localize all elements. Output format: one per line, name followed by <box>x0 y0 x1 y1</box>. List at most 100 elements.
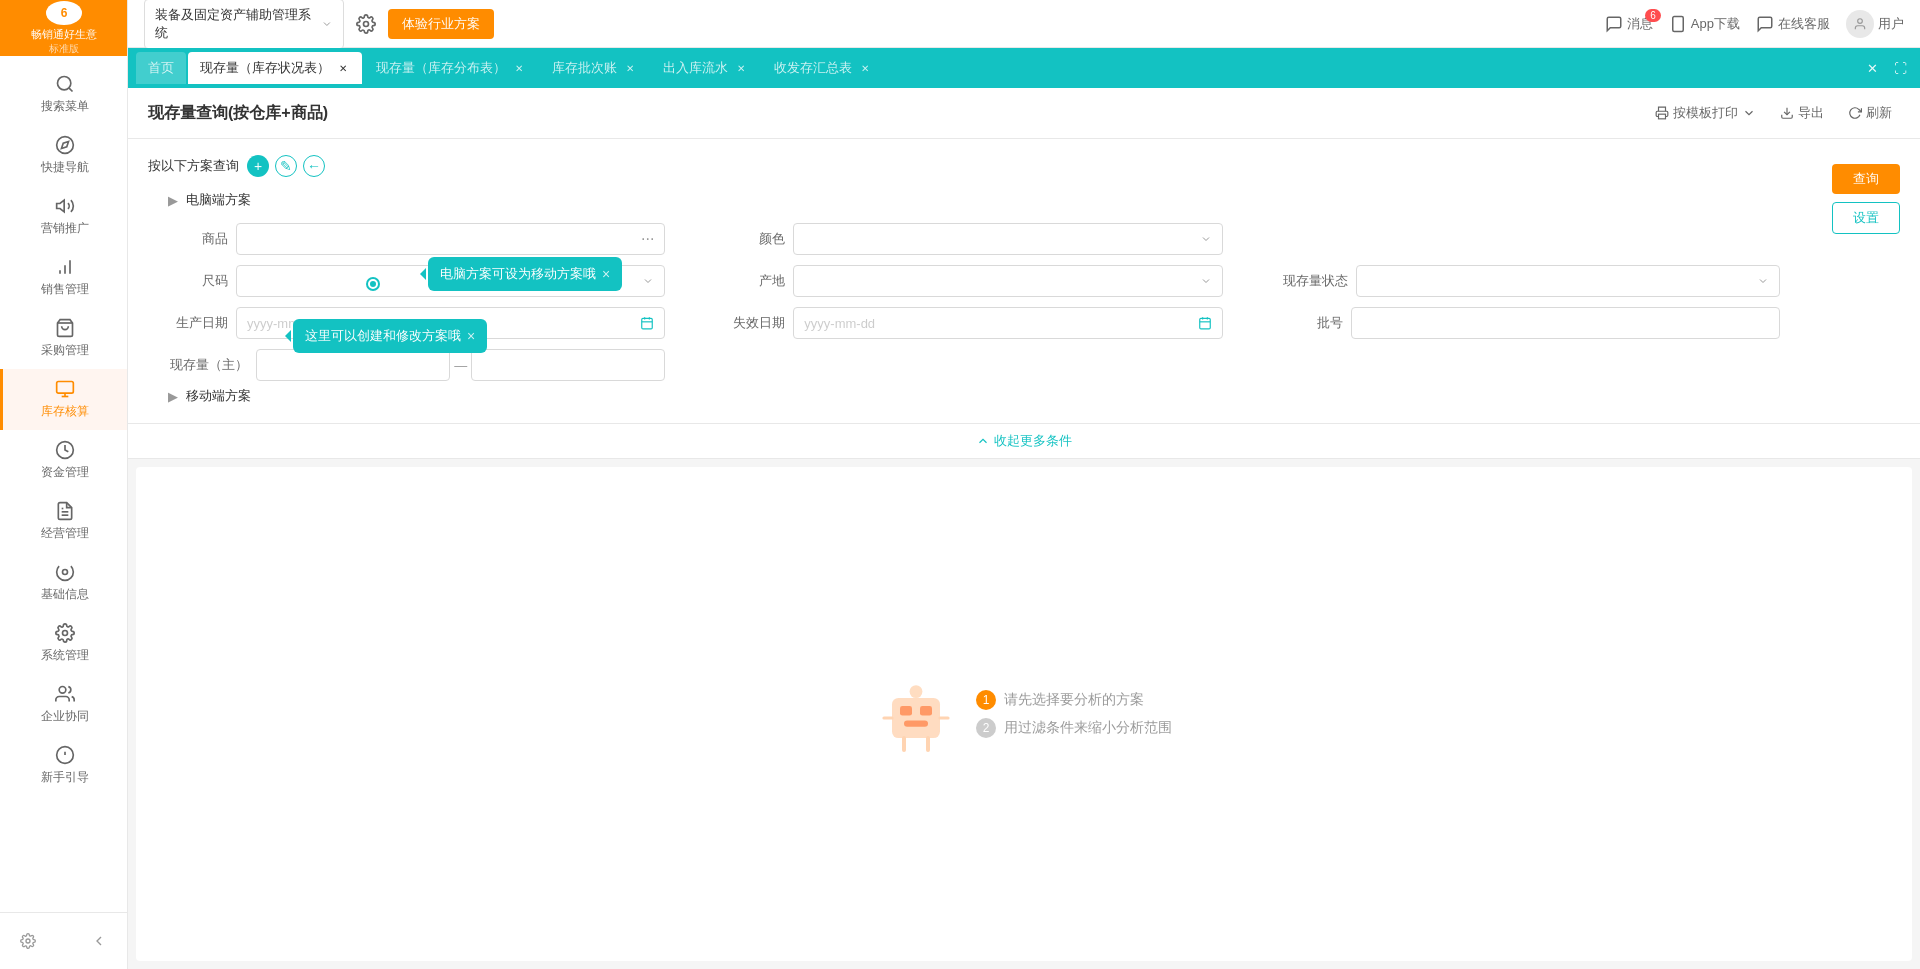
color-field: 颜色 <box>725 223 1222 255</box>
origin-select[interactable] <box>793 265 1222 297</box>
tab-close-all[interactable]: ✕ <box>1860 56 1884 80</box>
tab-expand[interactable]: ⛶ <box>1888 56 1912 80</box>
batch-input[interactable] <box>1351 307 1780 339</box>
print-btn[interactable]: 按模板打印 <box>1647 100 1764 126</box>
filter-header: 按以下方案查询 + ✎ ← 电脑方案可设为移动方案哦 × <box>148 155 1900 177</box>
scheme-desktop[interactable]: ▶ 电脑端方案 <box>168 189 1900 211</box>
logo-icon: 6 <box>46 1 82 25</box>
sidebar-item-search[interactable]: 搜索菜单 <box>0 64 127 125</box>
tab-batch-label: 库存批次账 <box>552 59 617 77</box>
user-label: 用户 <box>1878 15 1904 33</box>
logo-subtitle: 标准版 <box>49 42 79 56</box>
goods-input[interactable]: ··· <box>236 223 665 255</box>
tab-stock-status-close[interactable]: ✕ <box>336 61 350 75</box>
sidebar-item-inventory[interactable]: 库存核算 <box>0 369 127 430</box>
tab-inout-flow[interactable]: 出入库流水 ✕ <box>651 52 760 84</box>
sidebar-label-finance: 资金管理 <box>41 464 89 481</box>
settings-footer-btn[interactable] <box>12 925 44 957</box>
svg-line-3 <box>69 88 73 92</box>
svg-point-18 <box>59 687 66 694</box>
collapse-button[interactable]: 收起更多条件 <box>976 432 1072 450</box>
tooltip1-close[interactable]: × <box>602 266 610 282</box>
stock-range-min[interactable] <box>256 349 450 381</box>
refresh-label: 刷新 <box>1866 104 1892 122</box>
filter-form-row2: 尺码 产地 现存量状态 <box>148 265 1900 297</box>
sidebar-label-marketing: 营销推广 <box>41 220 89 237</box>
sidebar-item-marketing[interactable]: 营销推广 <box>0 186 127 247</box>
filter-form-row1: 商品 ··· 颜色 <box>148 223 1900 255</box>
tip-text-1: 请先选择要分析的方案 <box>1004 691 1144 709</box>
tab-batch-close[interactable]: ✕ <box>623 61 637 75</box>
scheme-desktop-label: 电脑端方案 <box>186 191 251 209</box>
user-action[interactable]: 用户 <box>1846 10 1904 38</box>
color-select[interactable] <box>793 223 1222 255</box>
sidebar-label-operations: 经营管理 <box>41 525 89 542</box>
edit-scheme-btn[interactable]: ✎ <box>275 155 297 177</box>
goods-dots[interactable]: ··· <box>641 230 654 248</box>
svg-rect-27 <box>1659 114 1666 119</box>
scheme-mobile[interactable]: ▶ 移动端方案 <box>168 385 1900 407</box>
empty-icon <box>876 674 956 754</box>
mfg-date-label: 生产日期 <box>168 314 228 332</box>
svg-point-26 <box>1858 18 1863 23</box>
exp-date-field: 失效日期 yyyy-mm-dd <box>725 307 1222 339</box>
app-download-label: App下载 <box>1691 15 1740 33</box>
reset-button[interactable]: 设置 <box>1832 202 1900 234</box>
tip-num-2: 2 <box>976 718 996 738</box>
tab-stock-distribution[interactable]: 现存量（库存分布表） ✕ <box>364 52 538 84</box>
tab-stock-dist-close[interactable]: ✕ <box>512 61 526 75</box>
sidebar-item-operations[interactable]: 经营管理 <box>0 491 127 552</box>
origin-label: 产地 <box>725 272 785 290</box>
experience-button[interactable]: 体验行业方案 <box>388 9 494 39</box>
sidebar-item-purchase[interactable]: 采购管理 <box>0 308 127 369</box>
export-btn[interactable]: 导出 <box>1772 100 1832 126</box>
sidebar: 6 畅销通好生意 标准版 搜索菜单 快捷导航 营销推广 销售管理 采购管理 库存… <box>0 0 128 969</box>
add-scheme-btn[interactable]: + <box>247 155 269 177</box>
tab-summary[interactable]: 收发存汇总表 ✕ <box>762 52 884 84</box>
svg-point-41 <box>910 685 923 698</box>
sidebar-item-basic[interactable]: 基础信息 <box>0 552 127 613</box>
search-button[interactable]: 查询 <box>1832 164 1900 194</box>
exp-date-input[interactable]: yyyy-mm-dd <box>793 307 1222 339</box>
stock-range-max[interactable] <box>471 349 665 381</box>
tab-home[interactable]: 首页 <box>136 52 186 84</box>
origin-field: 产地 <box>725 265 1222 297</box>
stock-range-sep: — <box>454 358 467 373</box>
svg-rect-38 <box>900 706 912 716</box>
page-title: 现存量查询(按仓库+商品) <box>148 103 328 124</box>
sidebar-nav: 搜索菜单 快捷导航 营销推广 销售管理 采购管理 库存核算 资金管理 经营管理 <box>0 56 127 912</box>
sidebar-item-guide[interactable]: 新手引导 <box>0 735 127 796</box>
empty-tips: 1 请先选择要分析的方案 2 用过滤条件来缩小分析范围 <box>976 690 1172 738</box>
tab-stock-status-label: 现存量（库存状况表） <box>200 59 330 77</box>
sidebar-item-sales[interactable]: 销售管理 <box>0 247 127 308</box>
sidebar-item-enterprise[interactable]: 企业协同 <box>0 674 127 735</box>
tab-inout-close[interactable]: ✕ <box>734 61 748 75</box>
page-actions: 按模板打印 导出 刷新 <box>1647 100 1900 126</box>
tab-batch-ledger[interactable]: 库存批次账 ✕ <box>540 52 649 84</box>
sidebar-item-nav[interactable]: 快捷导航 <box>0 125 127 186</box>
tooltip2-text: 这里可以创建和修改方案哦 <box>305 327 461 345</box>
back-scheme-btn[interactable]: ← <box>303 155 325 177</box>
page-header: 现存量查询(按仓库+商品) 按模板打印 导出 刷新 <box>128 88 1920 139</box>
svg-marker-5 <box>61 141 68 148</box>
tab-summary-close[interactable]: ✕ <box>858 61 872 75</box>
app-download-action[interactable]: App下载 <box>1669 15 1740 33</box>
collapse-sidebar-btn[interactable] <box>83 925 115 957</box>
stock-status-field: 现存量状态 <box>1283 265 1780 297</box>
system-selector[interactable]: 装备及固定资产辅助管理系统 <box>144 0 344 49</box>
tab-stock-dist-label: 现存量（库存分布表） <box>376 59 506 77</box>
content-area: 现存量查询(按仓库+商品) 按模板打印 导出 刷新 <box>128 88 1920 969</box>
messages-action[interactable]: 消息 6 <box>1605 15 1653 33</box>
messages-badge: 6 <box>1645 9 1661 22</box>
sidebar-item-finance[interactable]: 资金管理 <box>0 430 127 491</box>
filter-area: 按以下方案查询 + ✎ ← 电脑方案可设为移动方案哦 × ▶ 电脑端方案 <box>128 139 1920 424</box>
tooltip2-close[interactable]: × <box>467 328 475 344</box>
online-service-action[interactable]: 在线客服 <box>1756 15 1830 33</box>
system-settings-icon[interactable] <box>356 14 376 34</box>
tab-stock-status[interactable]: 现存量（库存状况表） ✕ <box>188 52 362 84</box>
refresh-btn[interactable]: 刷新 <box>1840 100 1900 126</box>
stock-status-select[interactable] <box>1356 265 1780 297</box>
sidebar-item-system[interactable]: 系统管理 <box>0 613 127 674</box>
tab-summary-label: 收发存汇总表 <box>774 59 852 77</box>
sidebar-label-search: 搜索菜单 <box>41 98 89 115</box>
